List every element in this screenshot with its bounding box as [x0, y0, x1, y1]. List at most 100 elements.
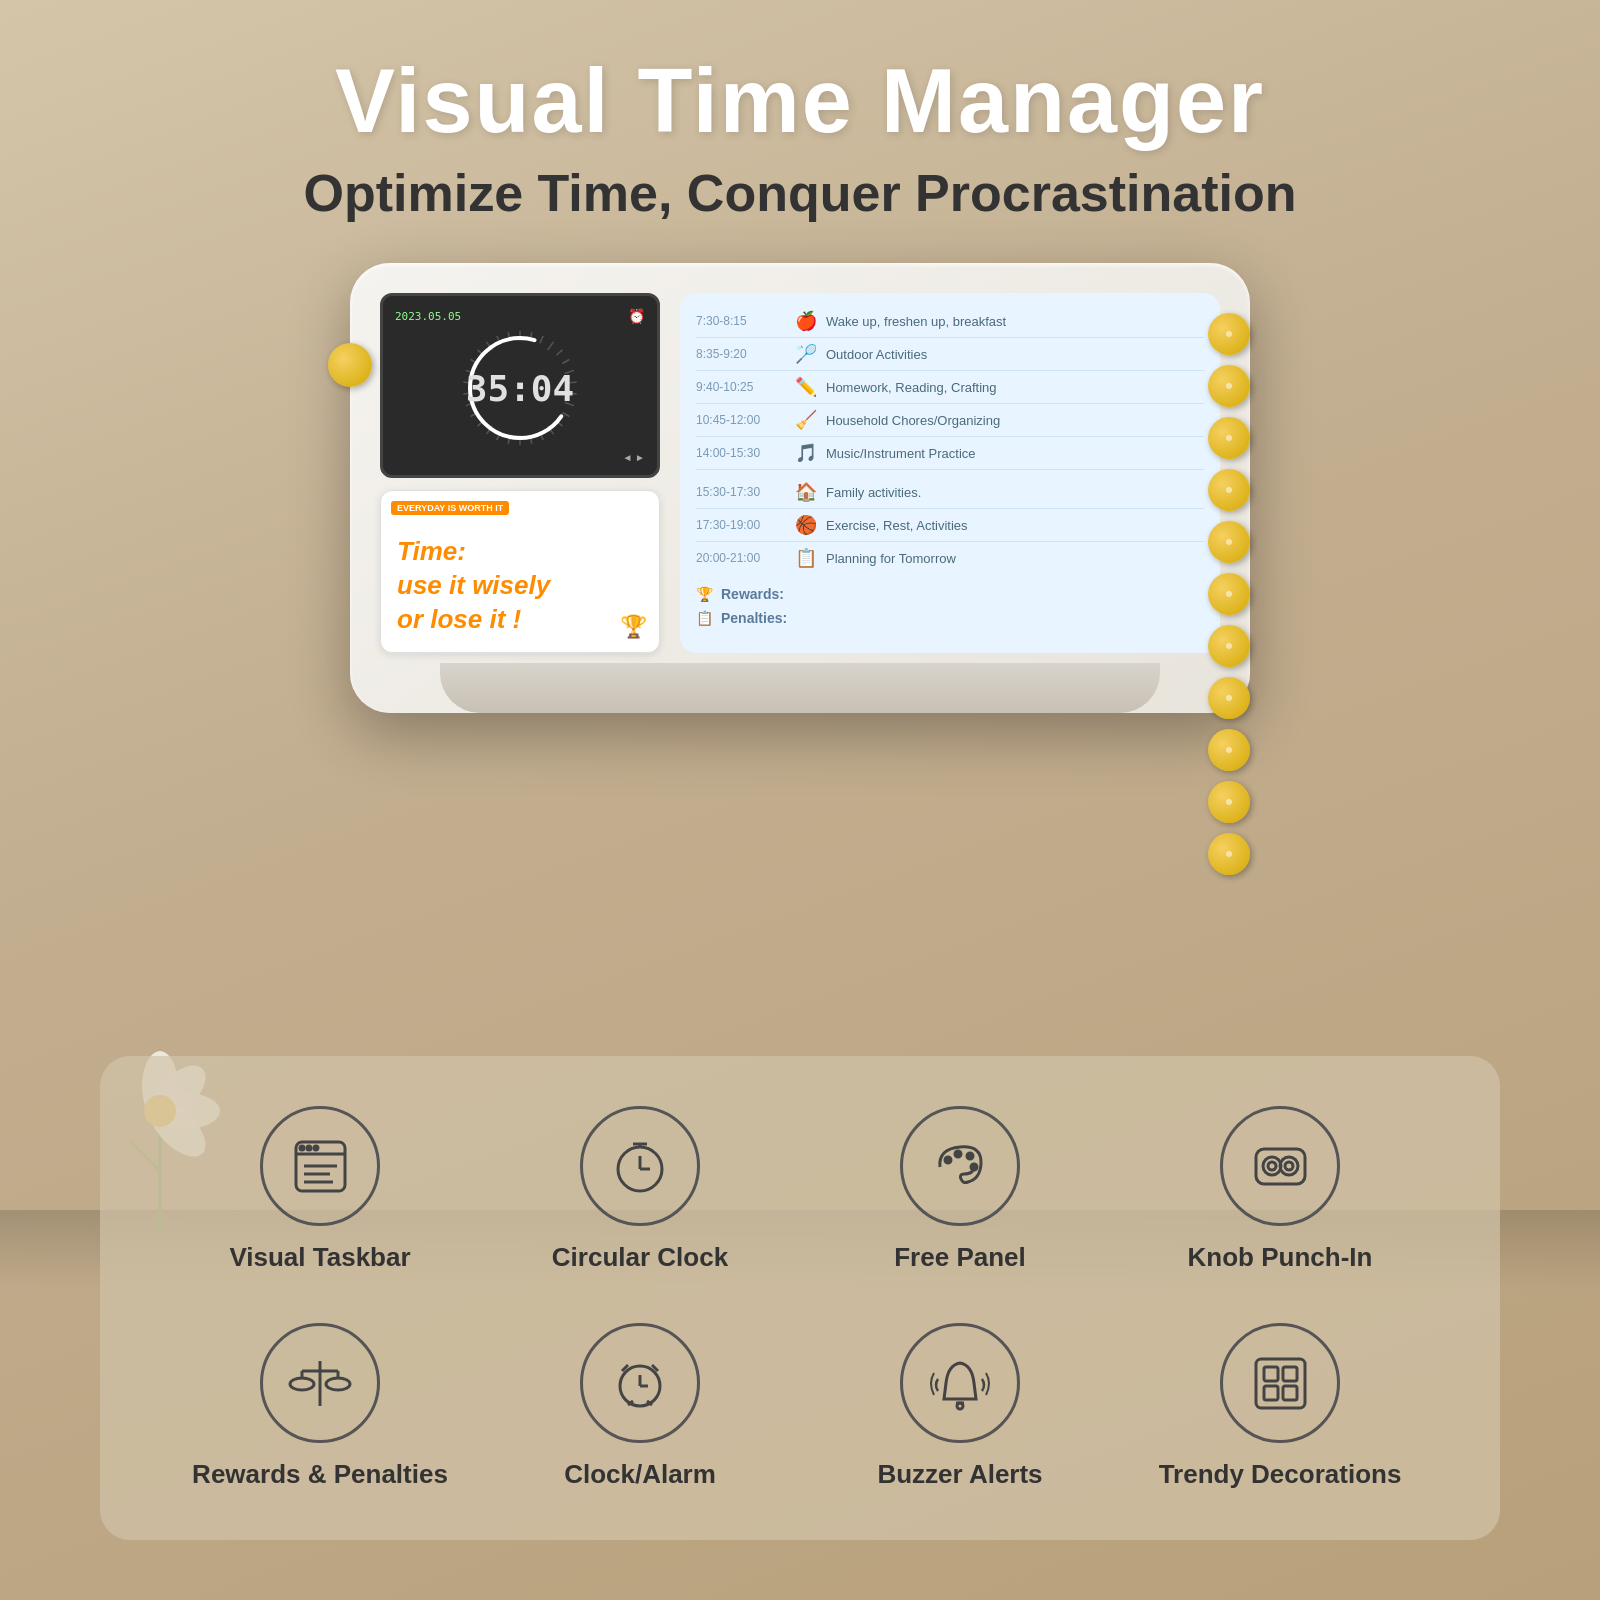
buzzer-alerts-label: Buzzer Alerts: [877, 1459, 1042, 1490]
right-knob[interactable]: [1208, 417, 1250, 459]
feature-knob-punch-in: Knob Punch-In: [1120, 1106, 1440, 1273]
feature-circular-clock: Circular Clock: [480, 1106, 800, 1273]
volume-control: ◄ ►: [395, 452, 645, 463]
svg-point-51: [945, 1157, 951, 1163]
clock-alarm-icon-circle: [580, 1323, 700, 1443]
main-title: Visual Time Manager: [0, 50, 1600, 153]
schedule-time: 10:45-12:00: [696, 413, 786, 427]
clock-time: 35:04: [466, 368, 574, 409]
schedule-text: Exercise, Rest, Activities: [826, 518, 1204, 533]
svg-rect-75: [1256, 1359, 1305, 1408]
trendy-decorations-label: Trendy Decorations: [1159, 1459, 1402, 1490]
svg-point-62: [290, 1378, 314, 1390]
buzzer-alerts-icon-circle: [900, 1323, 1020, 1443]
schedule-rows: 7:30-8:15 🍎 Wake up, freshen up, breakfa…: [696, 305, 1204, 574]
rewards-penalties-icon-circle: [260, 1323, 380, 1443]
right-knob[interactable]: [1208, 781, 1250, 823]
right-knob[interactable]: [1208, 625, 1250, 667]
svg-point-54: [971, 1164, 977, 1170]
schedule-row: 20:00-21:00 📋 Planning for Tomorrow: [696, 542, 1204, 574]
schedule-icon: 🏀: [794, 514, 818, 536]
schedule-time: 9:40-10:25: [696, 380, 786, 394]
schedule-time: 17:30-19:00: [696, 518, 786, 532]
schedule-row: 15:30-17:30 🏠 Family activities.: [696, 476, 1204, 509]
schedule-time: 20:00-21:00: [696, 551, 786, 565]
circular-clock-icon-circle: [580, 1106, 700, 1226]
schedule-row: 9:40-10:25 ✏️ Homework, Reading, Craftin…: [696, 371, 1204, 404]
device-stand: [440, 663, 1160, 713]
visual-taskbar-label: Visual Taskbar: [229, 1242, 410, 1273]
penalties-icon: 📋: [696, 610, 713, 626]
features-section: Visual Taskbar Circular Clock Free Panel…: [100, 1056, 1500, 1540]
schedule-row: 10:45-12:00 🧹 Household Chores/Organizin…: [696, 404, 1204, 437]
schedule-icon: 🏸: [794, 343, 818, 365]
card-quote: Time:use it wiselyor lose it !: [397, 535, 643, 636]
right-knob[interactable]: [1208, 729, 1250, 771]
svg-point-40: [300, 1146, 304, 1150]
svg-point-42: [314, 1146, 318, 1150]
card-tag: EVERYDAY IS WORTH IT: [391, 501, 509, 515]
feature-free-panel: Free Panel: [800, 1106, 1120, 1273]
schedule-text: Music/Instrument Practice: [826, 446, 1204, 461]
schedule-text: Outdoor Activities: [826, 347, 1204, 362]
svg-line-12: [562, 360, 569, 364]
right-knob[interactable]: [1208, 521, 1250, 563]
penalties-label: Penalties:: [721, 610, 787, 626]
device-left-panel: 2023.05.05 ⏰: [380, 293, 660, 653]
svg-line-9: [540, 336, 543, 343]
schedule-icon: 🎵: [794, 442, 818, 464]
svg-point-52: [955, 1151, 961, 1157]
right-knobs: [1208, 313, 1250, 875]
schedule-icon: 🍎: [794, 310, 818, 332]
schedule-row: 7:30-8:15 🍎 Wake up, freshen up, breakfa…: [696, 305, 1204, 338]
device-right-panel: 7:30-8:15 🍎 Wake up, freshen up, breakfa…: [680, 293, 1220, 653]
penalties-row: 📋 Penalties:: [696, 606, 1204, 630]
schedule-time: 7:30-8:15: [696, 314, 786, 328]
schedule-row: 17:30-19:00 🏀 Exercise, Rest, Activities: [696, 509, 1204, 542]
schedule-icon: ✏️: [794, 376, 818, 398]
right-knob[interactable]: [1208, 833, 1250, 875]
schedule-time: 14:00-15:30: [696, 446, 786, 460]
svg-point-57: [1268, 1162, 1276, 1170]
schedule-row: 14:00-15:30 🎵 Music/Instrument Practice: [696, 437, 1204, 470]
svg-point-58: [1280, 1157, 1298, 1175]
knob-punch-in-label: Knob Punch-In: [1188, 1242, 1373, 1273]
svg-point-56: [1263, 1157, 1281, 1175]
svg-point-63: [326, 1378, 350, 1390]
clock-date: 2023.05.05: [395, 310, 461, 323]
subtitle: Optimize Time, Conquer Procrastination: [0, 163, 1600, 223]
schedule-time: 8:35-9:20: [696, 347, 786, 361]
rewards-icon: 🏆: [696, 586, 713, 602]
schedule-text: Wake up, freshen up, breakfast: [826, 314, 1204, 329]
feature-rewards-penalties: Rewards & Penalties: [160, 1323, 480, 1490]
schedule-text: Homework, Reading, Crafting: [826, 380, 1204, 395]
left-knob[interactable]: [328, 343, 372, 387]
visual-taskbar-icon-circle: [260, 1106, 380, 1226]
circular-clock-label: Circular Clock: [552, 1242, 728, 1273]
schedule-text: Planning for Tomorrow: [826, 551, 1204, 566]
features-grid: Visual Taskbar Circular Clock Free Panel…: [160, 1106, 1440, 1490]
schedule-text: Household Chores/Organizing: [826, 413, 1204, 428]
svg-rect-77: [1283, 1367, 1297, 1381]
right-knob[interactable]: [1208, 469, 1250, 511]
right-knob[interactable]: [1208, 573, 1250, 615]
schedule-row: 8:35-9:20 🏸 Outdoor Activities: [696, 338, 1204, 371]
right-knob[interactable]: [1208, 365, 1250, 407]
card-icon: 🏆: [620, 614, 647, 640]
svg-point-41: [307, 1146, 311, 1150]
schedule-time: 15:30-17:30: [696, 485, 786, 499]
device: 2023.05.05 ⏰: [350, 263, 1250, 713]
clock-display: 2023.05.05 ⏰: [380, 293, 660, 478]
header: Visual Time Manager Optimize Time, Conqu…: [0, 0, 1600, 223]
rewards-label: Rewards:: [721, 586, 784, 602]
svg-rect-78: [1264, 1386, 1278, 1400]
knob-punch-in-icon-circle: [1220, 1106, 1340, 1226]
rewards-penalties-label: Rewards & Penalties: [192, 1459, 448, 1490]
right-knob[interactable]: [1208, 313, 1250, 355]
svg-rect-79: [1283, 1386, 1297, 1400]
device-body: 2023.05.05 ⏰: [350, 263, 1250, 713]
schedule-icon: 🧹: [794, 409, 818, 431]
feature-trendy-decorations: Trendy Decorations: [1120, 1323, 1440, 1490]
right-knob[interactable]: [1208, 677, 1250, 719]
svg-point-74: [957, 1403, 963, 1409]
